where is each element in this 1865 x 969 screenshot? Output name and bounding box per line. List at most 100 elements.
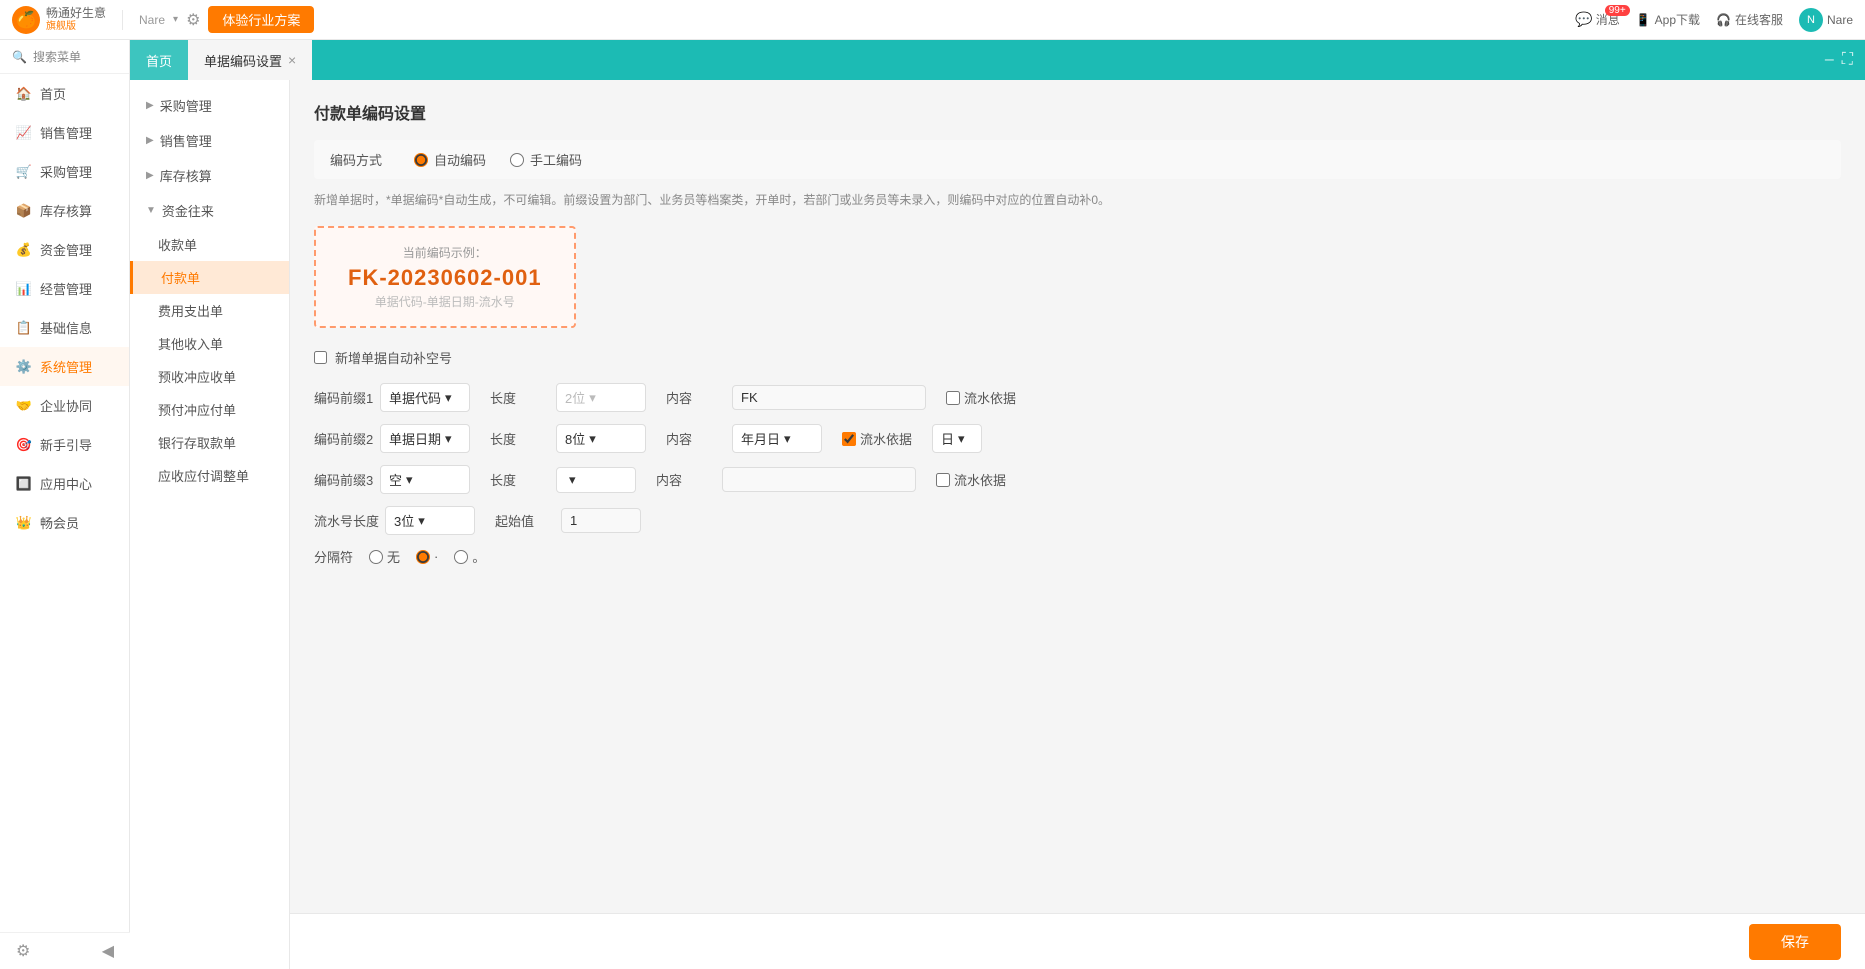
sidebar-search[interactable]: 🔍 搜索菜单 <box>0 40 129 74</box>
flow2-group: 流水依据 <box>842 429 912 448</box>
sub-nav-item-bank-deposit[interactable]: 银行存取款单 <box>130 426 289 459</box>
footer-settings-icon[interactable]: ⚙ <box>16 941 30 961</box>
prefix2-select[interactable]: 单据日期 ▾ <box>380 424 470 453</box>
content-area: ▶ 采购管理 ▶ 销售管理 ▶ 库存核算 ▼ 资金往来 <box>130 80 1865 969</box>
flow-length-select[interactable]: 3位 ▾ <box>385 506 475 535</box>
sub-nav-item-prepay-payable[interactable]: 预付冲应付单 <box>130 393 289 426</box>
system-icon: ⚙️ <box>16 359 32 375</box>
manual-encode-option[interactable]: 手工编码 <box>510 150 582 169</box>
message-area[interactable]: 💬 消息 99+ <box>1575 11 1619 28</box>
user-account: N Nare <box>1799 8 1853 32</box>
encode-method-label: 编码方式 <box>330 150 390 169</box>
auto-fill-checkbox[interactable] <box>314 351 327 364</box>
flow2-unit-select[interactable]: 日 ▾ <box>932 424 982 453</box>
sales-icon: 📈 <box>16 125 32 141</box>
sidebar-item-operation[interactable]: 📊 经营管理 <box>0 269 129 308</box>
sidebar-item-apps[interactable]: 🔲 应用中心 <box>0 464 129 503</box>
sub-nav-header-sales[interactable]: ▶ 销售管理 <box>130 123 289 158</box>
content2-select[interactable]: 年月日 ▾ <box>732 424 822 453</box>
sub-nav-item-other-income[interactable]: 其他收入单 <box>130 327 289 360</box>
tab-close-icon[interactable]: × <box>288 52 296 68</box>
sidebar-item-basic[interactable]: 📋 基础信息 <box>0 308 129 347</box>
content3-input[interactable] <box>722 467 916 492</box>
flow3-checkbox[interactable] <box>936 473 950 487</box>
sidebar-item-finance[interactable]: 💰 资金管理 <box>0 230 129 269</box>
start-value-input[interactable] <box>561 508 641 533</box>
tab-maximize-button[interactable]: ⛶ <box>1842 51 1853 69</box>
chevron-down-icon: ▾ <box>784 431 791 447</box>
separator-row: 分隔符 无 · 。 <box>314 547 1841 566</box>
sub-nav-item-adjustment[interactable]: 应收应付调整单 <box>130 459 289 492</box>
sidebar-item-enterprise[interactable]: 🤝 企业协同 <box>0 386 129 425</box>
sidebar-item-system[interactable]: ⚙️ 系统管理 <box>0 347 129 386</box>
sep-circle-option[interactable]: 。 <box>454 547 485 566</box>
operation-icon: 📊 <box>16 281 32 297</box>
auto-fill-row: 新增单据自动补空号 <box>314 348 1841 367</box>
sub-nav-header-inventory[interactable]: ▶ 库存核算 <box>130 158 289 193</box>
sidebar-item-purchase[interactable]: 🛒 采购管理 <box>0 152 129 191</box>
length2-select[interactable]: 8位 ▾ <box>556 424 646 453</box>
separator-label: 分隔符 <box>314 547 353 566</box>
sidebar-item-guide[interactable]: 🎯 新手引导 <box>0 425 129 464</box>
tab-encode-setting[interactable]: 单据编码设置 × <box>188 40 312 80</box>
main-wrapper: 首页 单据编码设置 × – ⛶ ▶ 采购管理 ▶ 销售管理 <box>130 40 1865 969</box>
page-wrapper: 付款单编码设置 编码方式 自动编码 手工编码 新增单据时，*单据编码*自动生成，… <box>290 80 1865 969</box>
auto-encode-option[interactable]: 自动编码 <box>414 150 486 169</box>
sub-nav-item-payment[interactable]: 付款单 <box>130 261 289 294</box>
tab-home[interactable]: 首页 <box>130 40 188 80</box>
length1-select[interactable]: 2位 ▾ <box>556 383 646 412</box>
app-download[interactable]: 📱 App下载 <box>1636 11 1700 28</box>
arrow-right-icon: ▶ <box>146 135 154 146</box>
sidebar-item-inventory[interactable]: 📦 库存核算 <box>0 191 129 230</box>
chevron-down-icon: ▾ <box>589 390 596 406</box>
logo-text: 畅通好生意 旗舰版 <box>46 6 106 32</box>
sep-none-option[interactable]: 无 <box>369 547 400 566</box>
length1-group: 长度 2位 ▾ <box>490 383 646 412</box>
search-icon: 🔍 <box>12 50 27 64</box>
nav-text: Nare <box>139 13 165 27</box>
sep-dot-option[interactable]: · <box>416 549 438 564</box>
try-button[interactable]: 体验行业方案 <box>208 6 314 33</box>
top-bar-right: 💬 消息 99+ 📱 App下载 🎧 在线客服 N Nare <box>1575 8 1853 32</box>
arrow-right-icon: ▶ <box>146 170 154 181</box>
flow1-checkbox[interactable] <box>946 391 960 405</box>
sub-nav-header-capital[interactable]: ▼ 资金往来 <box>130 193 289 228</box>
page-title: 付款单编码设置 <box>314 100 1841 124</box>
sub-nav-item-receipt[interactable]: 收款单 <box>130 228 289 261</box>
chevron-down-icon: ▾ <box>406 472 413 488</box>
save-button[interactable]: 保存 <box>1749 924 1841 960</box>
content3-label: 内容 <box>656 470 716 489</box>
sub-nav-item-expense[interactable]: 费用支出单 <box>130 294 289 327</box>
flow-length-label: 流水号长度 <box>314 511 379 530</box>
basic-icon: 📋 <box>16 320 32 336</box>
prefix1-select[interactable]: 单据代码 ▾ <box>380 383 470 412</box>
flow2-checkbox[interactable] <box>842 432 856 446</box>
online-service[interactable]: 🎧 在线客服 <box>1716 11 1783 28</box>
flow1-group: 流水依据 <box>946 388 1016 407</box>
prefix2-group: 编码前缀2 单据日期 ▾ <box>314 424 470 453</box>
settings-icon[interactable]: ⚙ <box>186 10 200 30</box>
chevron-down-icon: ▾ <box>958 431 965 447</box>
prefix3-group: 编码前缀3 空 ▾ <box>314 465 470 494</box>
sidebar: 🔍 搜索菜单 🏠 首页 📈 销售管理 🛒 采购管理 📦 库存核算 💰 资金管理 … <box>0 40 130 969</box>
sub-nav-group-sales: ▶ 销售管理 <box>130 123 289 158</box>
content3-group: 内容 <box>656 467 916 492</box>
preview-label: 当前编码示例： <box>348 244 542 261</box>
length2-group: 长度 8位 ▾ <box>490 424 646 453</box>
tab-minimize-button[interactable]: – <box>1825 51 1834 69</box>
sidebar-item-sales[interactable]: 📈 销售管理 <box>0 113 129 152</box>
prefix2-label: 编码前缀2 <box>314 429 374 448</box>
sidebar-item-home[interactable]: 🏠 首页 <box>0 74 129 113</box>
sub-nav-header-purchase[interactable]: ▶ 采购管理 <box>130 88 289 123</box>
content1-input[interactable] <box>732 385 926 410</box>
hint-text: 新增单据时，*单据编码*自动生成，不可编辑。前缀设置为部门、业务员等档案类，开单… <box>314 191 1841 210</box>
content1-group: 内容 <box>666 385 926 410</box>
footer-collapse-icon[interactable]: ◀ <box>102 941 114 961</box>
chevron-down-icon[interactable]: ▾ <box>173 14 178 25</box>
length3-select[interactable]: ▾ <box>556 467 636 493</box>
content1-label: 内容 <box>666 388 726 407</box>
content2-group: 内容 年月日 ▾ <box>666 424 822 453</box>
sub-nav-item-prepay-receivable[interactable]: 预收冲应收单 <box>130 360 289 393</box>
prefix3-select[interactable]: 空 ▾ <box>380 465 470 494</box>
sidebar-item-member[interactable]: 👑 畅会员 <box>0 503 129 542</box>
